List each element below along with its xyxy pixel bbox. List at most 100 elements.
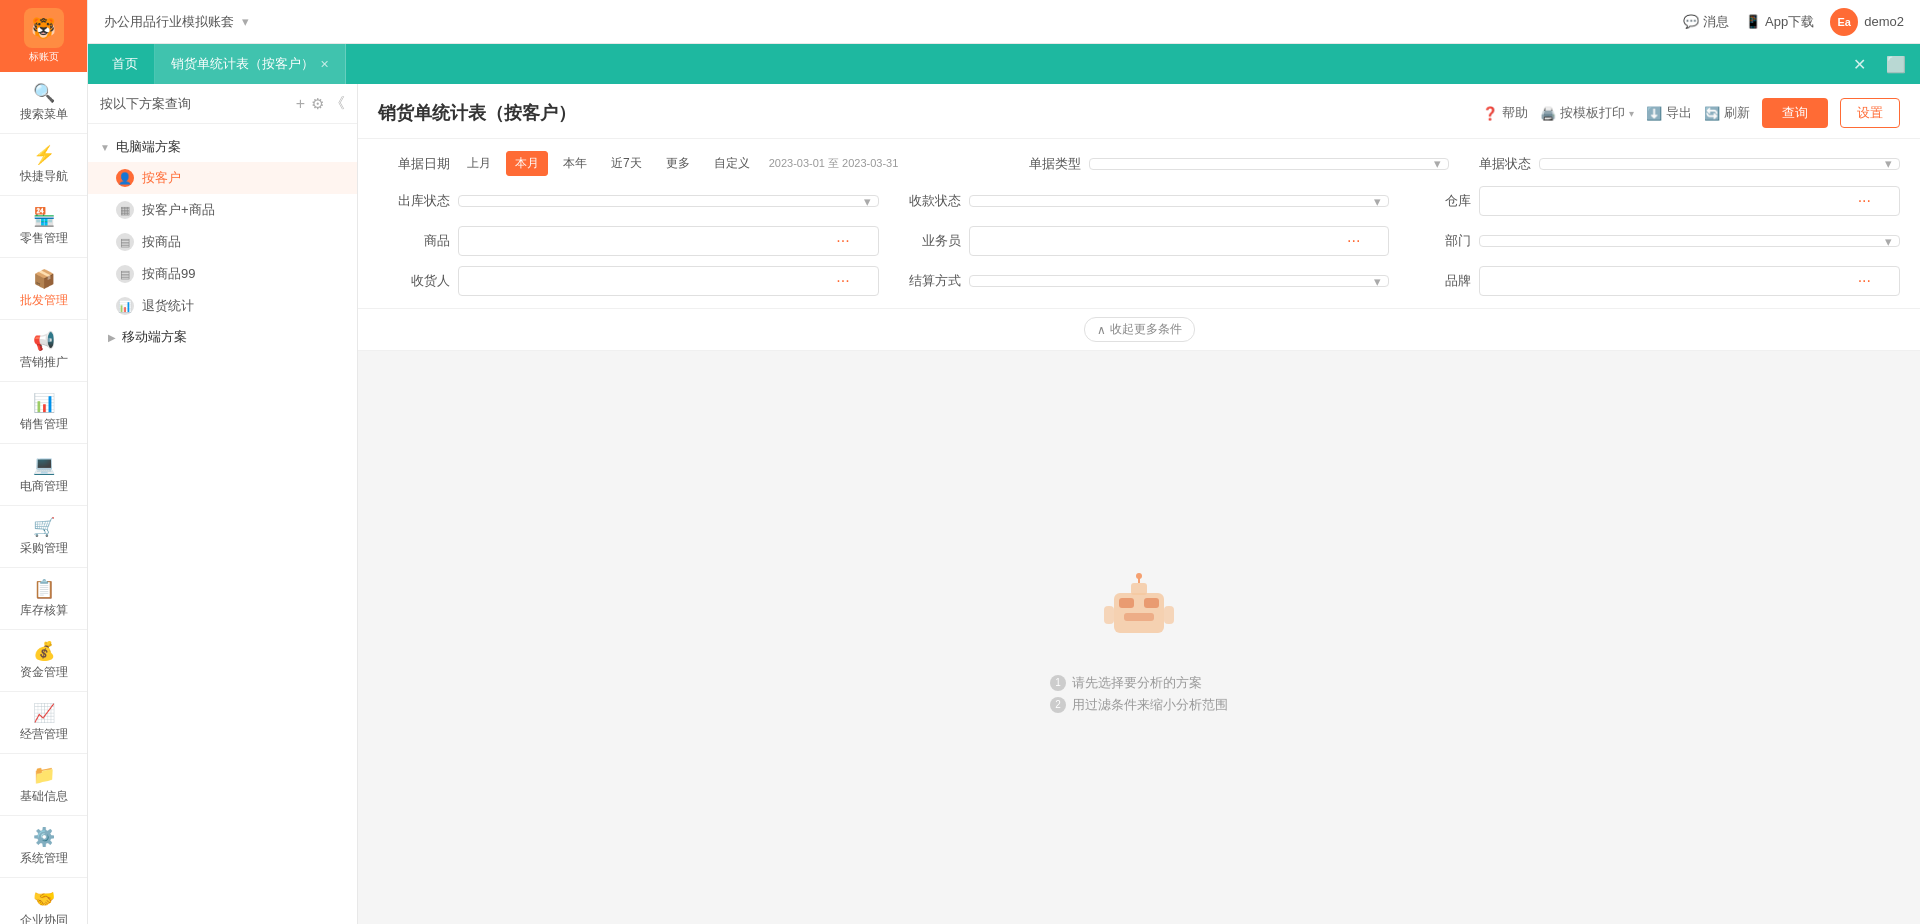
inventory-icon: 📋	[33, 578, 55, 600]
warehouse-input[interactable]: ···	[1479, 186, 1900, 216]
sidebar-item-label: 资金管理	[20, 664, 68, 681]
department-label: 部门	[1409, 232, 1479, 250]
settings-scheme-btn[interactable]: ⚙	[311, 95, 324, 113]
app-download-btn[interactable]: 📱 App下载	[1745, 13, 1814, 31]
sidebar-item-search-menu[interactable]: 🔍 搜索菜单	[0, 72, 88, 134]
tab-home[interactable]: 首页	[96, 44, 155, 84]
message-btn[interactable]: 💬 消息	[1683, 13, 1729, 31]
top-header: 办公用品行业模拟账套 ▾ 💬 消息 📱 App下载 Ea demo2	[88, 0, 1920, 44]
tree-group-mobile[interactable]: ▶ 移动端方案	[88, 322, 357, 352]
tree-item-by-customer[interactable]: 👤 按客户	[88, 162, 357, 194]
sidebar-item-inventory[interactable]: 📋 库存核算	[0, 568, 88, 630]
sidebar-item-wholesale[interactable]: 📦 批发管理	[0, 258, 88, 320]
svg-point-6	[1136, 573, 1142, 579]
tab-close-action[interactable]: ✕	[1847, 53, 1872, 76]
enterprise-icon: 🤝	[33, 888, 55, 910]
bill-type-select[interactable]: ▾	[1089, 158, 1450, 170]
department-select[interactable]: ▾	[1479, 235, 1900, 247]
tree-group-pc[interactable]: ▼ 电脑端方案	[88, 132, 357, 162]
tree-item-by-goods[interactable]: ▤ 按商品	[88, 226, 357, 258]
goods-input[interactable]: ···	[458, 226, 879, 256]
tree-item-return-stats[interactable]: 📊 退货统计	[88, 290, 357, 322]
sidebar-item-label: 快捷导航	[20, 168, 68, 185]
payment-status-arrow: ▾	[1374, 194, 1381, 209]
print-dropdown-icon: ▾	[1629, 108, 1634, 119]
date-more[interactable]: 更多	[657, 151, 699, 176]
expand-icon: ▼	[100, 142, 110, 153]
sidebar-item-ecommerce[interactable]: 💻 电商管理	[0, 444, 88, 506]
help-btn[interactable]: ❓ 帮助	[1482, 104, 1528, 122]
payment-status-select[interactable]: ▾	[969, 195, 1390, 207]
out-status-label: 出库状态	[378, 192, 458, 210]
header-title: 办公用品行业模拟账套	[104, 13, 234, 31]
tree-item-by-customer-goods[interactable]: ▦ 按客户+商品	[88, 194, 357, 226]
sidebar-item-marketing[interactable]: 📢 营销推广	[0, 320, 88, 382]
tab-sales-report[interactable]: 销货单统计表（按客户） ✕	[155, 44, 346, 84]
tree-item-by-goods-99[interactable]: ▤ 按商品99	[88, 258, 357, 290]
sidebar-item-label: 搜索菜单	[20, 106, 68, 123]
customer-goods-icon: ▦	[116, 201, 134, 219]
print-icon: 🖨️	[1540, 106, 1556, 121]
date-this-year[interactable]: 本年	[554, 151, 596, 176]
collapse-more-btn[interactable]: ∧ 收起更多条件	[1084, 317, 1195, 342]
help-icon: ❓	[1482, 106, 1498, 121]
out-status-select[interactable]: ▾	[458, 195, 879, 207]
svg-rect-1	[1119, 598, 1134, 608]
sidebar-item-finance[interactable]: 💰 资金管理	[0, 630, 88, 692]
collapse-panel-btn[interactable]: 《	[330, 94, 345, 113]
template-print-btn[interactable]: 🖨️ 按模板打印 ▾	[1540, 104, 1634, 122]
payment-status-label: 收款状态	[899, 192, 969, 210]
sidebar-item-enterprise[interactable]: 🤝 企业协同	[0, 878, 88, 924]
settlement-select[interactable]: ▾	[969, 275, 1390, 287]
bill-status-select[interactable]: ▾	[1539, 158, 1900, 170]
left-panel: 按以下方案查询 + ⚙ 《 ▼ 电脑端方案 👤 按客户 ▦ 按客户	[88, 84, 358, 924]
date-custom[interactable]: 自定义	[705, 151, 759, 176]
warehouse-label: 仓库	[1409, 192, 1479, 210]
expand-icon-mobile: ▶	[108, 332, 116, 343]
out-status-control: ▾	[458, 195, 879, 207]
sidebar-item-operations[interactable]: 📈 经营管理	[0, 692, 88, 754]
header-dropdown-icon[interactable]: ▾	[242, 14, 249, 29]
sidebar-logo: 🐯 标账页	[0, 0, 88, 72]
receiver-input[interactable]: ···	[458, 266, 879, 296]
brand-input[interactable]: ···	[1479, 266, 1900, 296]
svg-rect-4	[1131, 583, 1147, 595]
user-info-btn[interactable]: Ea demo2	[1830, 8, 1904, 36]
date-label: 单据日期	[378, 155, 458, 173]
sidebar-item-label: 库存核算	[20, 602, 68, 619]
refresh-btn[interactable]: 🔄 刷新	[1704, 104, 1750, 122]
basic-info-icon: 📁	[33, 764, 55, 786]
logo-label: 标账页	[29, 50, 59, 64]
sidebar-item-label: 批发管理	[20, 292, 68, 309]
sidebar-item-system[interactable]: ⚙️ 系统管理	[0, 816, 88, 878]
salesperson-input[interactable]: ···	[969, 226, 1390, 256]
date-last-7-days[interactable]: 近7天	[602, 151, 651, 176]
operations-icon: 📈	[33, 702, 55, 724]
settlement-label: 结算方式	[899, 272, 969, 290]
empty-illustration	[1089, 558, 1189, 658]
sidebar-item-label: 企业协同	[20, 912, 68, 924]
username: demo2	[1864, 14, 1904, 29]
sidebar-item-quick-nav[interactable]: ⚡ 快捷导航	[0, 134, 88, 196]
sidebar-item-retail[interactable]: 🏪 零售管理	[0, 196, 88, 258]
settings-button[interactable]: 设置	[1840, 98, 1900, 128]
wholesale-icon: 📦	[33, 268, 55, 290]
tree-item-label: 按商品99	[142, 265, 195, 283]
add-scheme-btn[interactable]: +	[296, 95, 305, 113]
export-btn[interactable]: ⬇️ 导出	[1646, 104, 1692, 122]
date-last-month[interactable]: 上月	[458, 151, 500, 176]
tree-item-label: 按客户	[142, 169, 181, 187]
date-this-month[interactable]: 本月	[506, 151, 548, 176]
empty-text: 1 请先选择要分析的方案 2 用过滤条件来缩小分析范围	[1050, 674, 1228, 718]
brand-dots: ···	[1858, 272, 1871, 290]
tab-restore-action[interactable]: ⬜	[1880, 53, 1912, 76]
sidebar-item-basic-info[interactable]: 📁 基础信息	[0, 754, 88, 816]
sales-icon: 📊	[33, 392, 55, 414]
sidebar-item-purchase[interactable]: 🛒 采购管理	[0, 506, 88, 568]
query-button[interactable]: 查询	[1762, 98, 1828, 128]
tab-close-btn[interactable]: ✕	[320, 58, 329, 71]
sidebar-item-label: 零售管理	[20, 230, 68, 247]
payment-status-control: ▾	[969, 195, 1390, 207]
sidebar-item-sales[interactable]: 📊 销售管理	[0, 382, 88, 444]
goods-dots: ···	[836, 232, 849, 250]
